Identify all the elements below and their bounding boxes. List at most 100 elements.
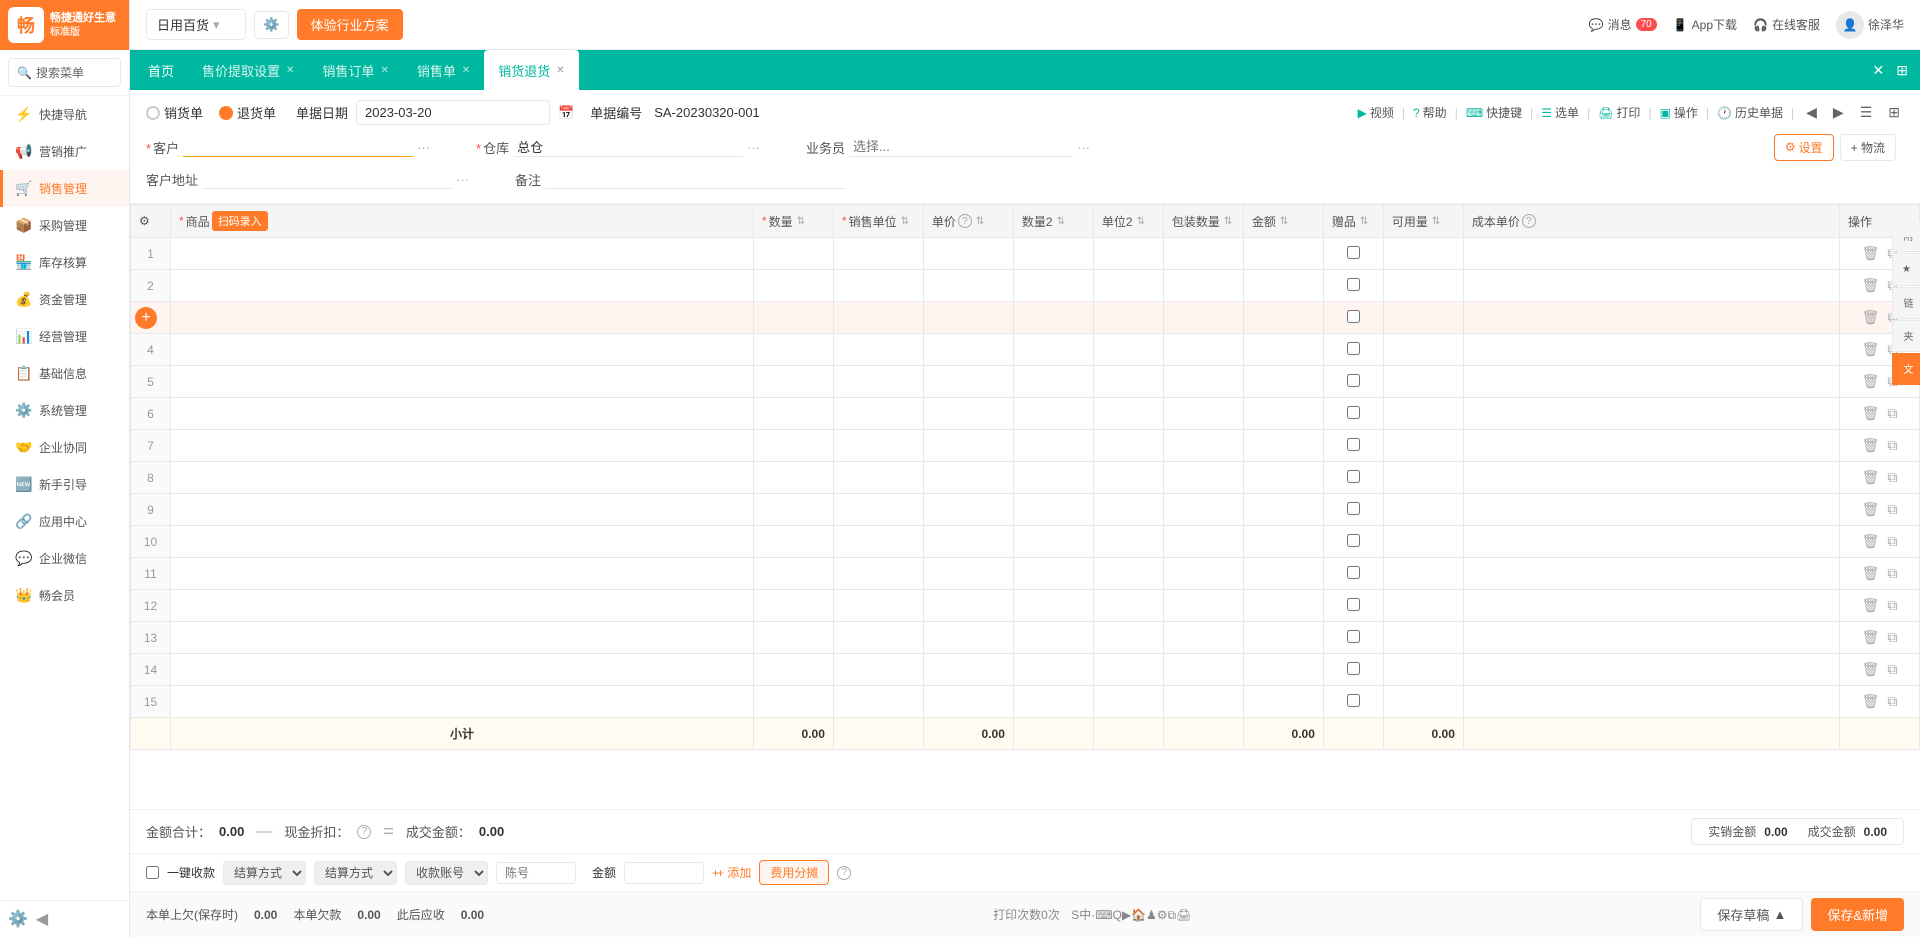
sort-qty2-icon[interactable]: ⇅ — [1057, 216, 1065, 227]
copy-btn[interactable]: ⧉ — [1885, 499, 1899, 520]
sidebar-item-inventory[interactable]: 🏪 库存核算 — [0, 244, 129, 281]
header-gear-button[interactable]: ⚙️ — [254, 11, 289, 39]
active-panel-button[interactable]: 文 — [1892, 353, 1920, 385]
star-button[interactable]: ★ — [1892, 253, 1920, 286]
copy-btn[interactable]: ⧉ — [1885, 467, 1899, 488]
sort-available-icon[interactable]: ⇅ — [1432, 216, 1440, 227]
copy-btn[interactable]: ⧉ — [1885, 595, 1899, 616]
price-cell-2[interactable] — [923, 270, 1013, 302]
tab-sales-delivery[interactable]: 销售单 ✕ — [403, 50, 484, 90]
available-cell-2[interactable] — [1383, 270, 1463, 302]
toolbar-video[interactable]: ▶ 视频 — [1358, 104, 1394, 121]
product-cell-2[interactable] — [171, 270, 754, 302]
sidebar-item-appstore[interactable]: 🔗 应用中心 — [0, 503, 129, 540]
gift-checkbox-2[interactable] — [1347, 278, 1360, 291]
sort-sales-unit-icon[interactable]: ⇅ — [901, 216, 909, 227]
save-draft-button[interactable]: 保存草稿 ▲ — [1700, 898, 1803, 931]
sort-amount-icon[interactable]: ⇅ — [1280, 216, 1288, 227]
warehouse-input[interactable] — [513, 137, 743, 157]
delete-row-2-button[interactable]: 🗑 — [1860, 275, 1882, 296]
collapse-sidebar-button[interactable]: ◀ — [36, 909, 48, 929]
scan-enter-button[interactable]: 扫码录入 — [212, 211, 268, 231]
pkg-cell-1[interactable] — [1163, 238, 1243, 270]
delete-btn[interactable]: 🗑 — [1860, 659, 1882, 680]
expense-split-button[interactable]: 费用分摊 — [759, 860, 829, 885]
delete-btn[interactable]: 🗑 — [1860, 563, 1882, 584]
table-settings-icon[interactable]: ⚙ — [139, 214, 150, 228]
delete-btn[interactable]: 🗑 — [1860, 627, 1882, 648]
product-cell-1[interactable] — [171, 238, 754, 270]
sidebar-item-enterprise[interactable]: 🤝 企业协同 — [0, 429, 129, 466]
copy-btn[interactable]: ⧉ — [1885, 563, 1899, 584]
view-grid-button[interactable]: ⊞ — [1884, 102, 1904, 123]
sidebar-item-system[interactable]: ⚙️ 系统管理 — [0, 392, 129, 429]
tab-home[interactable]: 首页 — [134, 50, 188, 90]
copy-btn[interactable]: ⧉ — [1885, 691, 1899, 712]
tab-close-sales-order[interactable]: ✕ — [380, 65, 388, 76]
tab-sales-return[interactable]: 销货退货 ✕ — [484, 50, 578, 90]
cost-cell-1[interactable] — [1463, 238, 1839, 270]
cost-cell-3[interactable] — [1463, 302, 1839, 334]
address-dots-button[interactable]: ··· — [456, 172, 469, 187]
sidebar-item-sales[interactable]: 🛒 销售管理 — [0, 170, 129, 207]
gift-cell-2[interactable] — [1323, 270, 1383, 302]
price-help-icon[interactable]: ? — [958, 214, 972, 228]
experience-button[interactable]: 体验行业方案 — [297, 9, 403, 40]
tab-price-setting[interactable]: 售价提取设置 ✕ — [188, 50, 308, 90]
delete-btn[interactable]: 🗑 — [1860, 467, 1882, 488]
settings-bottom-button[interactable]: ⚙️ — [8, 909, 28, 929]
sort-gift-icon[interactable]: ⇅ — [1360, 216, 1368, 227]
sort-price-icon[interactable]: ⇅ — [976, 216, 984, 227]
cost-help-icon[interactable]: ? — [1522, 214, 1536, 228]
toolbar-shortcut[interactable]: ⌨ 快捷键 — [1466, 104, 1522, 121]
tab-grid-button[interactable]: ⊞ — [1892, 60, 1912, 81]
settings-button[interactable]: ⚙ 设置 — [1774, 134, 1834, 161]
sidebar-item-guide[interactable]: 🆕 新手引导 — [0, 466, 129, 503]
delete-row-1-button[interactable]: 🗑 — [1860, 243, 1882, 264]
online-service-button[interactable]: 🎧 在线客服 — [1753, 16, 1820, 33]
copy-btn[interactable]: ⧉ — [1885, 659, 1899, 680]
payment-method-select[interactable]: 结算方式 — [223, 861, 306, 885]
sidebar-item-finance[interactable]: 💰 资金管理 — [0, 281, 129, 318]
unit2-cell-1[interactable] — [1093, 238, 1163, 270]
quantity-cell-1[interactable] — [753, 238, 833, 270]
tab-close-price-setting[interactable]: ✕ — [286, 65, 294, 76]
add-payment-button[interactable]: + + 添加 — [712, 864, 751, 881]
search-menu-button[interactable]: 🔍 搜索菜单 — [8, 58, 121, 87]
account-select[interactable]: 收款账号 — [405, 861, 488, 885]
delete-btn[interactable]: 🗑 — [1860, 531, 1882, 552]
toolbar-print[interactable]: 🖨 打印 — [1598, 104, 1640, 121]
nav-next-button[interactable]: ▶ — [1829, 102, 1848, 123]
unit2-cell-2[interactable] — [1093, 270, 1163, 302]
paperclip-button[interactable]: 夹 — [1892, 320, 1920, 352]
toolbar-action[interactable]: ▣ 操作 — [1660, 104, 1698, 121]
amount-cell-2[interactable] — [1243, 270, 1323, 302]
radio-sales[interactable]: 销货单 — [146, 103, 203, 122]
delete-btn[interactable]: 🗑 — [1860, 339, 1882, 360]
tab-close-all-button[interactable]: ✕ — [1869, 60, 1889, 81]
sidebar-item-operations[interactable]: 📊 经营管理 — [0, 318, 129, 355]
tab-sales-order[interactable]: 销售订单 ✕ — [308, 50, 402, 90]
gift-cell-3[interactable] — [1323, 302, 1383, 334]
toolbar-select[interactable]: ☰ 选单 — [1541, 104, 1579, 121]
available-cell-3[interactable] — [1383, 302, 1463, 334]
discount-help-icon[interactable]: ? — [357, 825, 371, 839]
sales-unit-cell-1[interactable] — [833, 238, 923, 270]
delete-btn[interactable]: 🗑 — [1860, 595, 1882, 616]
cost-cell-2[interactable] — [1463, 270, 1839, 302]
pkg-cell-3[interactable] — [1163, 302, 1243, 334]
delete-btn[interactable]: 🗑 — [1860, 403, 1882, 424]
delete-btn[interactable]: 🗑 — [1860, 691, 1882, 712]
copy-btn[interactable]: ⧉ — [1885, 403, 1899, 424]
quantity-cell-2[interactable] — [753, 270, 833, 302]
logistics-button[interactable]: + 物流 — [1840, 134, 1896, 161]
unit2-cell-3[interactable] — [1093, 302, 1163, 334]
qty2-cell-3[interactable] — [1013, 302, 1093, 334]
gift-checkbox-1[interactable] — [1347, 246, 1360, 259]
salesperson-input[interactable] — [849, 137, 1073, 157]
toolbar-help[interactable]: ? 帮助 — [1413, 104, 1447, 121]
customer-dots-button[interactable]: ··· — [417, 140, 430, 155]
calendar-icon[interactable]: 📅 — [558, 105, 574, 121]
sidebar-item-purchase[interactable]: 📦 采购管理 — [0, 207, 129, 244]
customer-input[interactable] — [183, 137, 413, 157]
